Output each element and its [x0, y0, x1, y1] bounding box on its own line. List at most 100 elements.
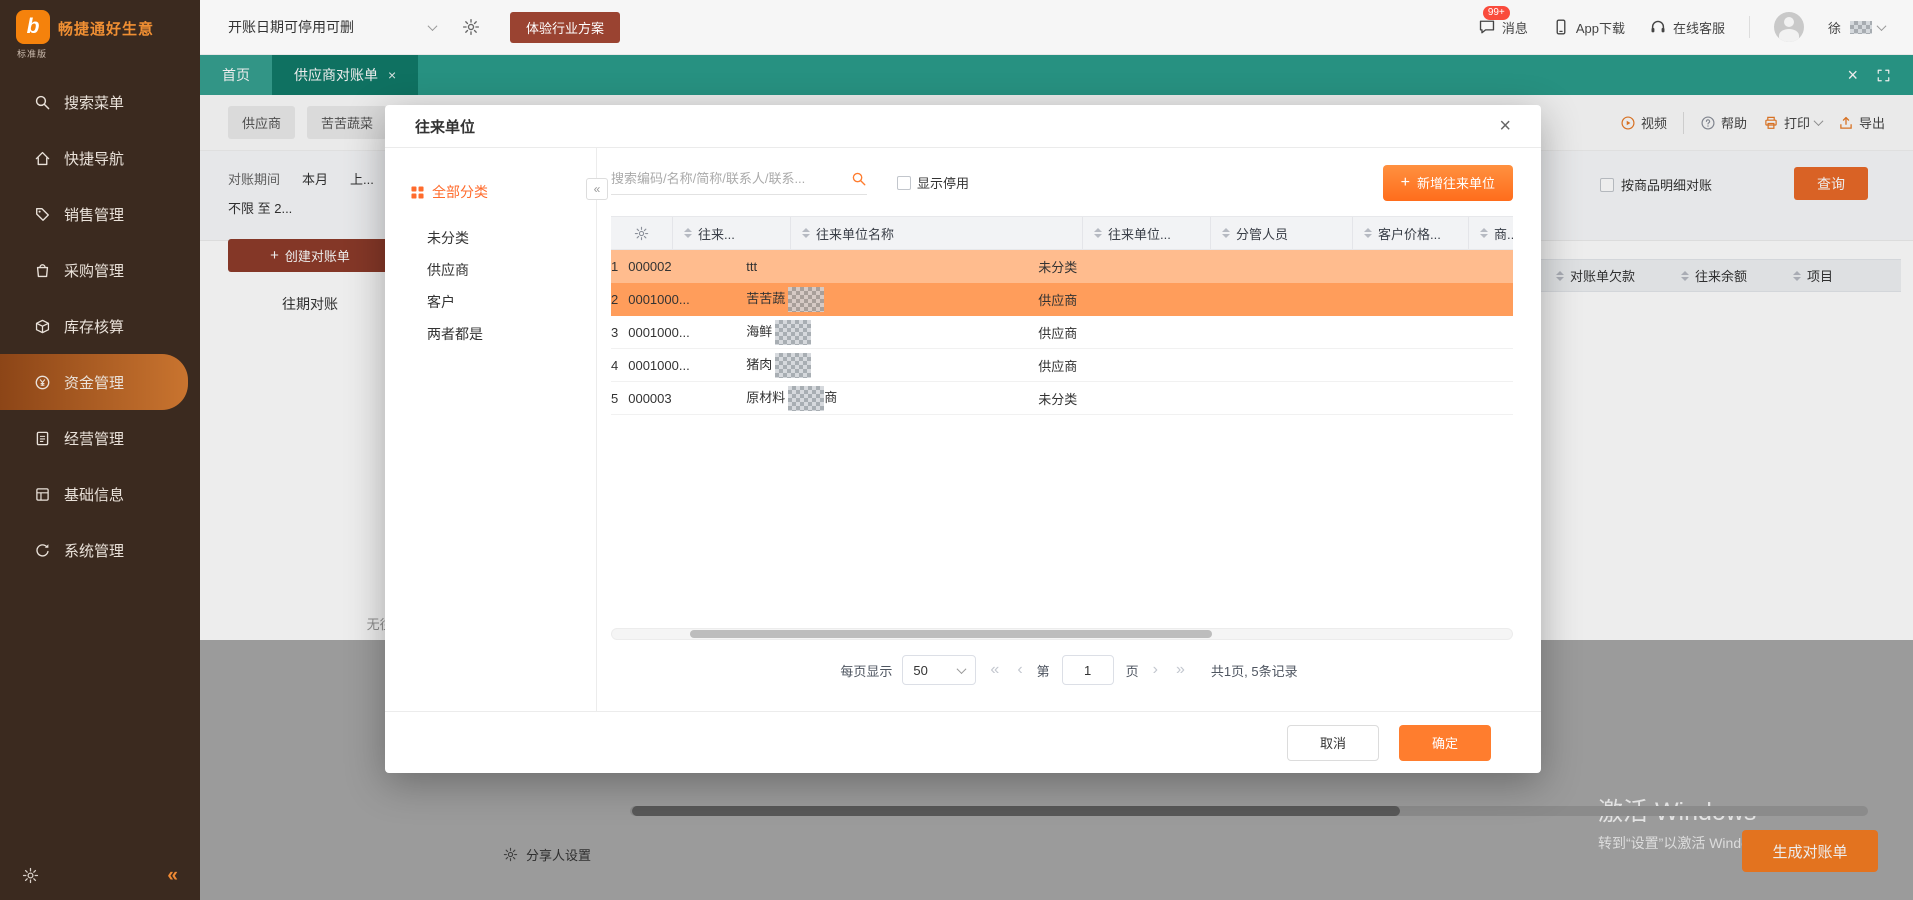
- sidebar-item-search-menu[interactable]: 搜索菜单: [0, 74, 200, 130]
- partner-code: 0001000...: [628, 324, 690, 340]
- sidebar-item-quick-nav[interactable]: 快捷导航: [0, 130, 200, 186]
- category-customer[interactable]: 客户: [385, 286, 596, 318]
- message-count-badge: 99+: [1482, 5, 1510, 20]
- category-panel: 全部分类 未分类 供应商 客户 两者都是: [385, 148, 597, 711]
- sidebar-item-inventory[interactable]: 库存核算: [0, 298, 200, 354]
- per-page-value: 50: [913, 662, 928, 678]
- sidebar-collapse-icon[interactable]: «: [167, 866, 178, 885]
- brand-logo-icon: b: [16, 10, 50, 44]
- partner-row[interactable]: 3 0001000... 海鲜 供应商: [611, 316, 1513, 349]
- partner-name-text: 原材料: [746, 389, 786, 405]
- operations-doc-icon: [34, 430, 51, 447]
- col-partner-manager[interactable]: 分管人员: [1211, 217, 1353, 249]
- category-all[interactable]: 全部分类: [411, 182, 596, 202]
- sidebar-footer: «: [0, 850, 200, 900]
- sidebar-item-base-info[interactable]: 基础信息: [0, 466, 200, 522]
- account-period-dropdown[interactable]: 开账日期可停用可删: [228, 17, 438, 37]
- sidebar-item-purchase[interactable]: 采购管理: [0, 242, 200, 298]
- page-prefix: 第: [1036, 663, 1050, 679]
- show-disabled-checkbox[interactable]: [897, 175, 911, 190]
- category-uncategorized[interactable]: 未分类: [385, 222, 596, 254]
- sidebar-item-label: 资金管理: [64, 374, 125, 392]
- settings-gear-icon[interactable]: [22, 867, 39, 884]
- partner-name-suffix: 商: [824, 389, 838, 405]
- cancel-button[interactable]: 取消: [1287, 724, 1379, 761]
- partner-table: 往来... 往来单位名称 往来单位... 分管人员 客户价格... 商. 1 0…: [611, 216, 1513, 415]
- search-icon[interactable]: [851, 171, 867, 187]
- col-extra[interactable]: 商...: [1469, 217, 1513, 249]
- chevron-down-icon: [956, 663, 967, 674]
- plus-icon: +: [1400, 173, 1410, 191]
- col-label: 客户价格...: [1378, 226, 1441, 242]
- online-service-button[interactable]: 在线客服: [1649, 18, 1725, 37]
- last-page-button[interactable]: »: [1172, 662, 1189, 678]
- partner-code: 000003: [628, 390, 672, 406]
- col-label: 往来单位...: [1108, 226, 1171, 242]
- category-both[interactable]: 两者都是: [385, 318, 596, 350]
- col-partner-type[interactable]: 往来单位...: [1083, 217, 1211, 249]
- sidebar-item-funds[interactable]: 资金管理: [0, 354, 188, 410]
- confirm-button[interactable]: 确定: [1399, 724, 1491, 761]
- category-supplier[interactable]: 供应商: [385, 254, 596, 286]
- modal-close-icon[interactable]: ×: [1499, 116, 1511, 136]
- sort-icon: [1363, 228, 1372, 238]
- col-label: 商...: [1494, 226, 1513, 242]
- messages-button[interactable]: 99+ 消息: [1478, 5, 1528, 37]
- phone-icon: [1552, 18, 1570, 36]
- industry-trial-button[interactable]: 体验行业方案: [510, 11, 621, 43]
- partner-row[interactable]: 4 0001000... 猪肉 供应商: [611, 349, 1513, 382]
- col-partner-code[interactable]: 往来...: [673, 217, 791, 249]
- row-index: 2: [611, 291, 619, 307]
- funds-coin-icon: [34, 374, 51, 391]
- per-page-select[interactable]: 50: [902, 655, 977, 685]
- chevron-down-icon: [1876, 20, 1887, 31]
- topbar: 开账日期可停用可删 体验行业方案 99+ 消息 App下载 在线客服 徐: [200, 0, 1913, 55]
- app-download-label: App下载: [1575, 20, 1625, 36]
- sidebar-item-operations[interactable]: 经营管理: [0, 410, 200, 466]
- partner-table-header: 往来... 往来单位名称 往来单位... 分管人员 客户价格... 商.: [611, 216, 1513, 250]
- partner-list-panel: 显示停用 + 新增往来单位 往来...: [597, 148, 1541, 711]
- sidebar-item-sales[interactable]: 销售管理: [0, 186, 200, 242]
- page-number-input[interactable]: [1061, 655, 1114, 685]
- sort-icon: [1093, 228, 1102, 238]
- col-partner-name[interactable]: 往来单位名称: [791, 217, 1083, 249]
- period-settings-gear-icon[interactable]: [462, 18, 480, 36]
- partner-search-input[interactable]: [611, 171, 845, 186]
- partner-name-text: 猪肉: [746, 356, 773, 372]
- partner-row[interactable]: 5 000003 原材料 商 未分类: [611, 382, 1513, 415]
- prev-page-button[interactable]: ‹: [1013, 662, 1026, 678]
- partner-row[interactable]: 1 000002 ttt 未分类: [611, 250, 1513, 283]
- add-partner-button[interactable]: + 新增往来单位: [1382, 164, 1513, 201]
- row-index: 4: [611, 357, 619, 373]
- scrollbar-thumb[interactable]: [690, 630, 1212, 638]
- chevron-down-icon: [427, 20, 438, 31]
- col-customer-price[interactable]: 客户价格...: [1353, 217, 1469, 249]
- user-avatar[interactable]: [1773, 12, 1804, 42]
- redacted-blur: [775, 352, 812, 378]
- modal-title: 往来单位: [415, 118, 476, 136]
- redacted-blur: [788, 385, 825, 411]
- partner-name: 原材料 商: [736, 385, 1028, 411]
- partner-row[interactable]: 2 0001000... 苦苦蔬 供应商: [611, 283, 1513, 316]
- account-period-label: 开账日期可停用可删: [228, 19, 354, 35]
- headset-icon: [1649, 18, 1667, 36]
- partner-name-text: 苦苦蔬: [746, 290, 786, 306]
- row-index: 1: [611, 258, 619, 274]
- column-settings-button[interactable]: [611, 217, 673, 249]
- partner-picker-modal: 往来单位 × 全部分类 未分类 供应商 客户 两者都是 搜索编码/名称/简称/联…: [385, 105, 1541, 773]
- sort-icon: [1221, 228, 1230, 238]
- sidebar-item-system[interactable]: 系统管理: [0, 522, 200, 578]
- col-label: 往来...: [698, 226, 735, 242]
- modal-header: 往来单位 ×: [385, 105, 1541, 148]
- divider: [1748, 16, 1750, 38]
- user-menu[interactable]: 徐: [1828, 18, 1887, 37]
- app-download-button[interactable]: App下载: [1552, 18, 1625, 37]
- base-info-list-icon: [34, 486, 51, 503]
- sidebar-item-label: 销售管理: [64, 206, 125, 224]
- next-page-button[interactable]: ›: [1149, 662, 1162, 678]
- partner-name: ttt: [736, 259, 1028, 274]
- col-label: 分管人员: [1236, 226, 1289, 242]
- panel-collapse-button[interactable]: «: [586, 178, 608, 200]
- first-page-button[interactable]: «: [986, 662, 1003, 678]
- partner-code: 000002: [628, 258, 672, 274]
